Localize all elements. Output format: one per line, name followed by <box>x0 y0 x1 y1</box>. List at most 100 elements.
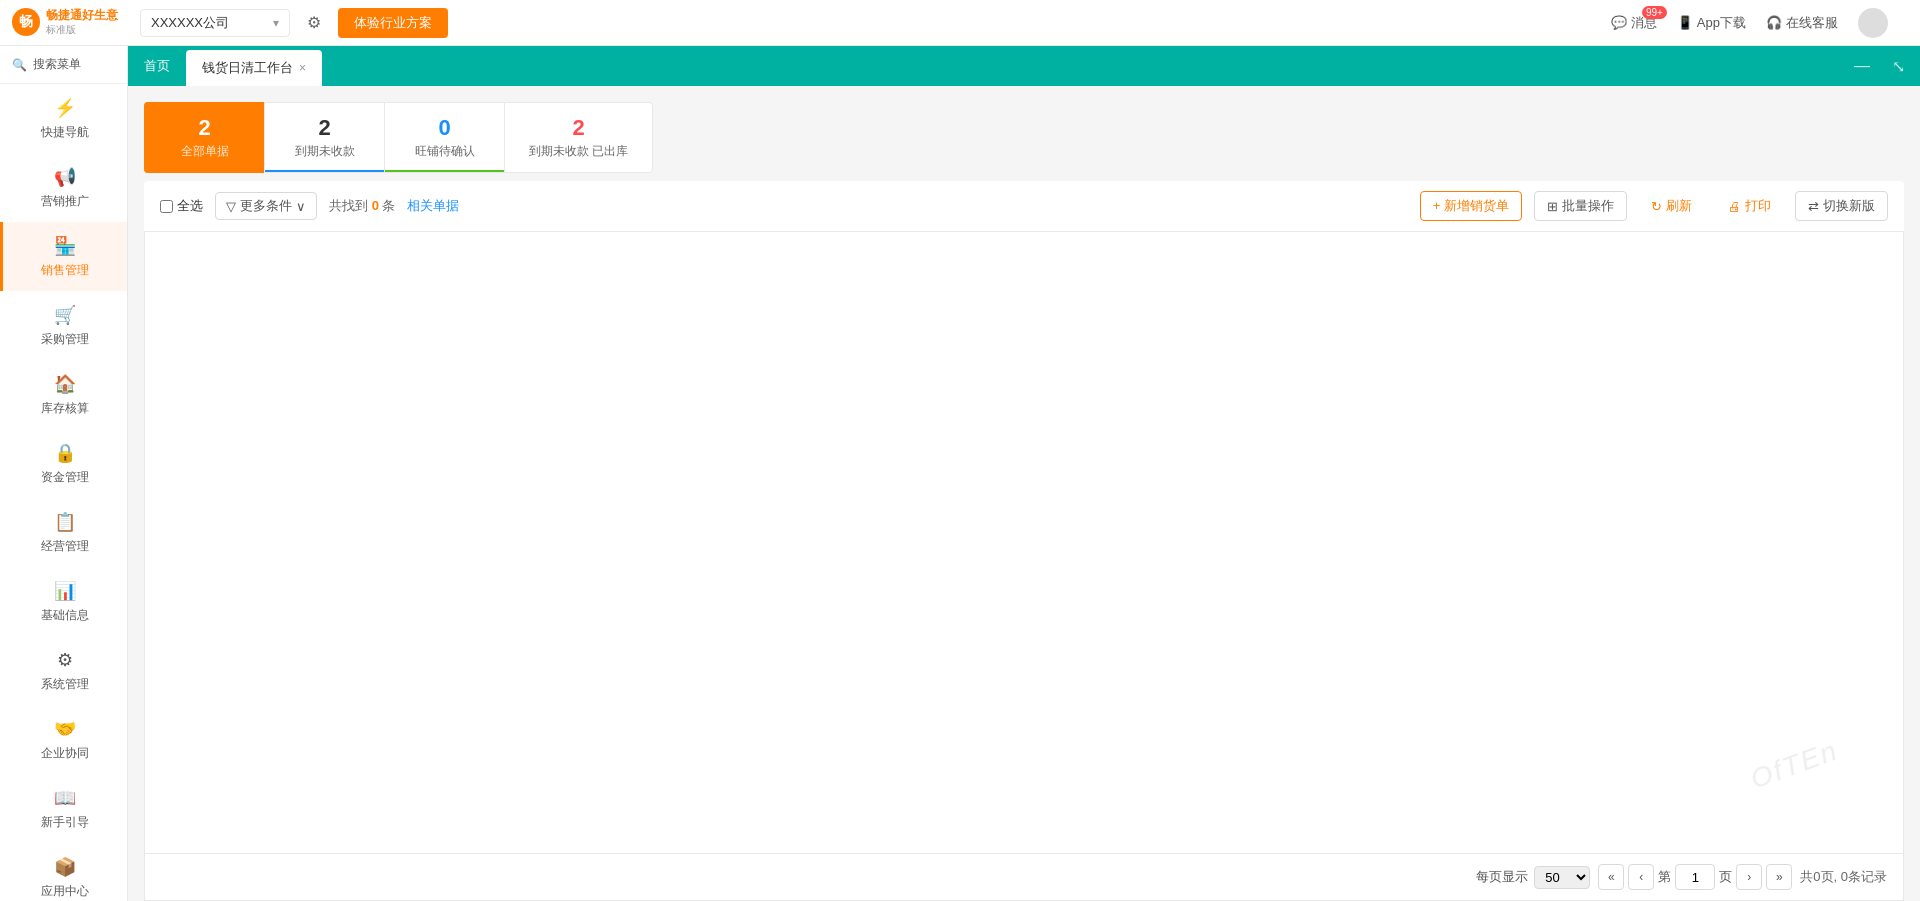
add-sales-button[interactable]: + 新增销货单 <box>1420 191 1522 221</box>
stat-overdue-label: 到期未收款 <box>289 143 360 160</box>
tab-home[interactable]: 首页 <box>128 46 186 86</box>
sidebar-item-operations[interactable]: 📋 经营管理 <box>0 498 127 567</box>
toolbar-right: + 新增销货单 ⊞ 批量操作 ↻ 刷新 🖨 打印 ⇄ 切换新版 <box>1420 191 1888 221</box>
sidebar-item-label: 经营管理 <box>41 538 89 555</box>
next-page-button[interactable]: › <box>1736 864 1762 890</box>
first-page-button[interactable]: « <box>1598 864 1624 890</box>
minimize-icon: — <box>1854 57 1870 75</box>
stat-underline-green <box>385 170 504 172</box>
content-area: 2 全部单据 2 到期未收款 0 旺铺待确认 2 到期未收款 已出库 <box>128 86 1920 901</box>
stat-card-all[interactable]: 2 全部单据 <box>144 102 264 173</box>
app-title: 畅捷通好生意 <box>46 8 118 22</box>
stat-underline-blue <box>265 170 384 172</box>
toolbar: 全选 ▽ 更多条件 ∨ 共找到 0 条 相关单据 + 新增销货单 <box>144 181 1904 232</box>
stat-wangpu-label: 旺铺待确认 <box>409 143 480 160</box>
sidebar-item-inventory[interactable]: 🏠 库存核算 <box>0 360 127 429</box>
sidebar-item-finance[interactable]: 🔒 资金管理 <box>0 429 127 498</box>
stat-all-label: 全部单据 <box>169 143 240 160</box>
tab-bar-actions: — ⤡ <box>1848 52 1920 80</box>
finance-icon: 🔒 <box>53 441 77 465</box>
stat-card-overdue-out[interactable]: 2 到期未收款 已出库 <box>504 102 653 173</box>
print-icon: 🖨 <box>1728 199 1741 214</box>
print-button[interactable]: 🖨 打印 <box>1716 192 1783 220</box>
message-button[interactable]: 💬 消息 99+ <box>1611 14 1657 32</box>
batch-button[interactable]: ⊞ 批量操作 <box>1534 191 1627 221</box>
sidebar-item-basic-info[interactable]: 📊 基础信息 <box>0 567 127 636</box>
filter-button[interactable]: ▽ 更多条件 ∨ <box>215 192 317 220</box>
select-all-checkbox[interactable]: 全选 <box>160 197 203 215</box>
page-nav: « ‹ 第 页 › » <box>1598 864 1792 890</box>
message-icon: 💬 <box>1611 15 1627 30</box>
batch-label: 批量操作 <box>1562 197 1614 215</box>
stat-overdue-out-number: 2 <box>529 115 628 141</box>
company-selector[interactable]: XXXXXX公司 ▾ <box>140 9 290 37</box>
gear-icon: ⚙ <box>307 13 321 32</box>
sidebar-item-label: 营销推广 <box>41 193 89 210</box>
filter-label: 更多条件 <box>240 197 292 215</box>
switch-icon: ⇄ <box>1808 199 1819 214</box>
sidebar-item-guide[interactable]: 📖 新手引导 <box>0 774 127 843</box>
page-input[interactable] <box>1675 864 1715 890</box>
stat-all-number: 2 <box>169 115 240 141</box>
sidebar-item-system[interactable]: ⚙ 系统管理 <box>0 636 127 705</box>
sidebar-item-label: 销售管理 <box>41 262 89 279</box>
sidebar-item-label: 库存核算 <box>41 400 89 417</box>
avatar[interactable] <box>1858 8 1888 38</box>
app-download-label: App下载 <box>1697 14 1746 32</box>
first-page-icon: « <box>1608 870 1615 884</box>
top-header: 畅 畅捷通好生意 标准版 XXXXXX公司 ▾ ⚙ 体验行业方案 💬 消息 99… <box>0 0 1920 46</box>
app-download-button[interactable]: 📱 App下载 <box>1677 14 1746 32</box>
per-page-select[interactable]: 50 10 20 100 <box>1534 866 1590 889</box>
sidebar-item-label: 快捷导航 <box>41 124 89 141</box>
purchase-icon: 🛒 <box>53 303 77 327</box>
chevron-down-icon: ▾ <box>273 16 279 30</box>
sidebar-item-purchase[interactable]: 🛒 采购管理 <box>0 291 127 360</box>
search-menu-label: 搜索菜单 <box>33 56 81 73</box>
sidebar: 🔍 搜索菜单 ⚡ 快捷导航 📢 营销推广 🏪 销售管理 🛒 采购管理 🏠 库存核… <box>0 46 128 901</box>
tab-minimize-button[interactable]: — <box>1848 52 1876 80</box>
result-prefix: 共找到 <box>329 198 368 213</box>
stat-overdue-out-label: 到期未收款 已出库 <box>529 143 628 160</box>
stat-card-wangpu[interactable]: 0 旺铺待确认 <box>384 102 504 173</box>
tab-close-icon[interactable]: × <box>299 61 306 75</box>
sidebar-item-quick-nav[interactable]: ⚡ 快捷导航 <box>0 84 127 153</box>
tab-home-label: 首页 <box>144 57 170 75</box>
sidebar-item-label: 新手引导 <box>41 814 89 831</box>
header-right: 💬 消息 99+ 📱 App下载 🎧 在线客服 <box>1611 8 1908 38</box>
download-icon: 📱 <box>1677 15 1693 30</box>
sidebar-item-cooperation[interactable]: 🤝 企业协同 <box>0 705 127 774</box>
settings-button[interactable]: ⚙ <box>298 7 330 39</box>
search-icon: 🔍 <box>12 58 27 72</box>
marketing-icon: 📢 <box>53 165 77 189</box>
logo-icon: 畅 <box>12 8 40 36</box>
refresh-icon: ↻ <box>1651 199 1662 214</box>
sidebar-item-app-center[interactable]: 📦 应用中心 <box>0 843 127 901</box>
tab-maximize-button[interactable]: ⤡ <box>1884 52 1912 80</box>
quick-nav-icon: ⚡ <box>53 96 77 120</box>
last-page-icon: » <box>1776 870 1783 884</box>
app-center-icon: 📦 <box>53 855 77 879</box>
sidebar-search[interactable]: 🔍 搜索菜单 <box>0 46 127 84</box>
next-page-icon: › <box>1747 870 1751 884</box>
related-link[interactable]: 相关单据 <box>407 197 459 215</box>
page-label: 第 <box>1658 868 1671 886</box>
message-badge: 99+ <box>1642 6 1667 19</box>
sales-icon: 🏪 <box>53 234 77 258</box>
prev-page-button[interactable]: ‹ <box>1628 864 1654 890</box>
basic-info-icon: 📊 <box>53 579 77 603</box>
tab-active[interactable]: 钱货日清工作台 × <box>186 50 322 86</box>
last-page-button[interactable]: » <box>1766 864 1792 890</box>
stat-card-overdue-unpaid[interactable]: 2 到期未收款 <box>264 102 384 173</box>
result-unit: 条 <box>382 198 395 213</box>
refresh-button[interactable]: ↻ 刷新 <box>1639 192 1704 220</box>
checkbox-input[interactable] <box>160 200 173 213</box>
sidebar-item-marketing[interactable]: 📢 营销推广 <box>0 153 127 222</box>
online-service-button[interactable]: 🎧 在线客服 <box>1766 14 1838 32</box>
switch-version-button[interactable]: ⇄ 切换新版 <box>1795 191 1888 221</box>
trial-button[interactable]: 体验行业方案 <box>338 8 448 38</box>
sidebar-item-sales[interactable]: 🏪 销售管理 <box>0 222 127 291</box>
toolbar-left: 全选 ▽ 更多条件 ∨ 共找到 0 条 相关单据 <box>160 192 459 220</box>
per-page: 每页显示 50 10 20 100 <box>1476 866 1590 889</box>
stat-overdue-number: 2 <box>289 115 360 141</box>
pagination-bar: 每页显示 50 10 20 100 « ‹ 第 页 › <box>144 854 1904 901</box>
